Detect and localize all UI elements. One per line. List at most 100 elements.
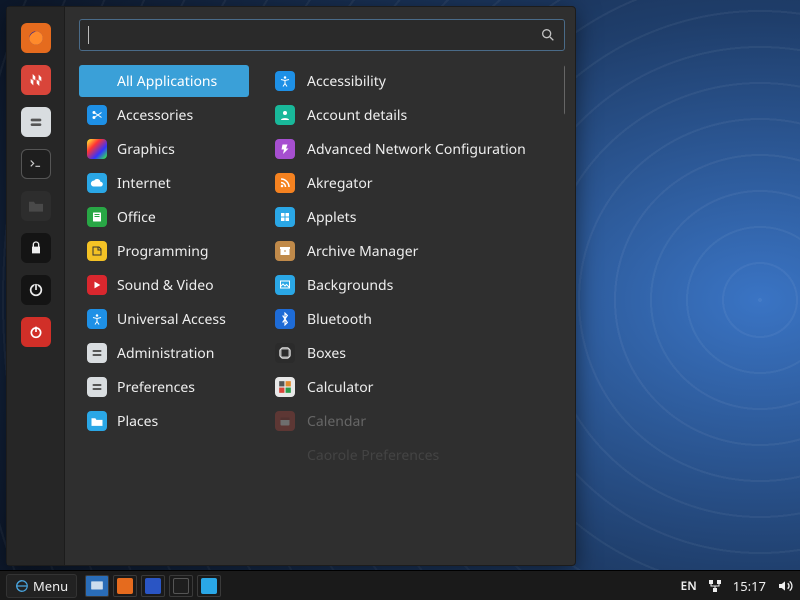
accessibility-icon xyxy=(275,71,295,91)
task-mail[interactable] xyxy=(141,575,165,597)
app-calendar[interactable]: Calendar xyxy=(267,405,565,437)
category-label: All Applications xyxy=(117,72,217,91)
backgrounds-icon xyxy=(275,275,295,295)
programming-icon xyxy=(87,241,107,261)
mail-icon xyxy=(145,578,161,594)
menu-button-label: Menu xyxy=(33,577,68,595)
category-label: Graphics xyxy=(117,140,175,159)
app-label: Archive Manager xyxy=(307,242,418,261)
fav-firefox[interactable] xyxy=(21,23,51,53)
category-graphics[interactable]: Graphics xyxy=(79,133,249,165)
category-programming[interactable]: Programming xyxy=(79,235,249,267)
application-menu: All Applications Accessories Graphics xyxy=(6,6,576,566)
category-label: Administration xyxy=(117,344,214,363)
app-boxes[interactable]: Boxes xyxy=(267,337,565,369)
office-icon xyxy=(87,207,107,227)
network-tray-icon[interactable] xyxy=(707,578,723,594)
app-label: Calendar xyxy=(307,412,366,431)
scrollbar-thumb[interactable] xyxy=(564,65,565,115)
category-internet[interactable]: Internet xyxy=(79,167,249,199)
category-label: Accessories xyxy=(117,106,193,125)
app-label: Accessibility xyxy=(307,72,386,91)
app-archive-manager[interactable]: Archive Manager xyxy=(267,235,565,267)
all-apps-icon xyxy=(87,71,107,91)
admin-icon xyxy=(87,343,107,363)
logout-icon xyxy=(28,282,44,298)
bluetooth-icon xyxy=(275,309,295,329)
firefox-icon xyxy=(27,29,45,47)
favorites-column xyxy=(7,7,65,565)
power-icon xyxy=(28,324,44,340)
category-label: Sound & Video xyxy=(117,276,214,295)
application-list: Accessibility Account details Advanced N… xyxy=(249,65,565,557)
app-backgrounds[interactable]: Backgrounds xyxy=(267,269,565,301)
category-office[interactable]: Office xyxy=(79,201,249,233)
search-icon xyxy=(540,27,556,43)
text-caret xyxy=(88,26,89,44)
task-files[interactable] xyxy=(197,575,221,597)
volume-tray-icon[interactable] xyxy=(776,578,794,594)
calculator-icon xyxy=(275,377,295,397)
menu-button[interactable]: Menu xyxy=(6,574,77,598)
task-firefox[interactable] xyxy=(113,575,137,597)
app-label: Account details xyxy=(307,106,407,125)
app-label: Calculator xyxy=(307,378,373,397)
search-field[interactable] xyxy=(97,27,532,43)
category-administration[interactable]: Administration xyxy=(79,337,249,369)
taskbar: Menu EN 15:17 xyxy=(0,570,800,600)
task-terminal[interactable] xyxy=(169,575,193,597)
category-label: Internet xyxy=(117,174,171,193)
archive-icon xyxy=(275,241,295,261)
category-preferences[interactable]: Preferences xyxy=(79,371,249,403)
category-places[interactable]: Places xyxy=(79,405,249,437)
cloud-icon xyxy=(87,173,107,193)
app-advanced-network[interactable]: Advanced Network Configuration xyxy=(267,133,565,165)
category-label: Office xyxy=(117,208,156,227)
category-accessories[interactable]: Accessories xyxy=(79,99,249,131)
fav-logout[interactable] xyxy=(21,275,51,305)
fav-transmission[interactable] xyxy=(21,65,51,95)
category-label: Preferences xyxy=(117,378,195,397)
app-bluetooth[interactable]: Bluetooth xyxy=(267,303,565,335)
menu-logo-icon xyxy=(15,579,29,593)
brightness-icon xyxy=(28,114,44,130)
category-label: Programming xyxy=(117,242,208,261)
category-universal-access[interactable]: Universal Access xyxy=(79,303,249,335)
category-all-applications[interactable]: All Applications xyxy=(79,65,249,97)
menu-main: All Applications Accessories Graphics xyxy=(65,7,575,565)
system-tray: EN 15:17 xyxy=(681,577,794,595)
rss-icon xyxy=(275,173,295,193)
category-sound-video[interactable]: Sound & Video xyxy=(79,269,249,301)
category-label: Places xyxy=(117,412,158,431)
applets-icon xyxy=(275,207,295,227)
account-icon xyxy=(275,105,295,125)
clock[interactable]: 15:17 xyxy=(733,577,766,595)
fav-files-dim[interactable] xyxy=(21,191,51,221)
app-label: Advanced Network Configuration xyxy=(307,140,526,159)
task-show-desktop[interactable] xyxy=(85,575,109,597)
graphics-icon xyxy=(87,139,107,159)
app-label: Applets xyxy=(307,208,356,227)
folder-icon xyxy=(27,199,45,213)
fav-shutdown[interactable] xyxy=(21,317,51,347)
fav-lock[interactable] xyxy=(21,233,51,263)
app-account-details[interactable]: Account details xyxy=(267,99,565,131)
app-overflow[interactable]: Caorole Preferences xyxy=(267,439,565,471)
app-label: Akregator xyxy=(307,174,373,193)
places-icon xyxy=(87,411,107,431)
blank-icon xyxy=(275,445,295,465)
firefox-icon xyxy=(117,578,133,594)
app-akregator[interactable]: Akregator xyxy=(267,167,565,199)
app-calculator[interactable]: Calculator xyxy=(267,371,565,403)
app-applets[interactable]: Applets xyxy=(267,201,565,233)
keyboard-language[interactable]: EN xyxy=(681,577,697,594)
category-list: All Applications Accessories Graphics xyxy=(79,65,249,557)
preferences-icon xyxy=(87,377,107,397)
search-input[interactable] xyxy=(79,19,565,51)
lock-icon xyxy=(28,240,44,256)
app-label: Backgrounds xyxy=(307,276,393,295)
files-icon xyxy=(201,578,217,594)
app-accessibility[interactable]: Accessibility xyxy=(267,65,565,97)
fav-terminal[interactable] xyxy=(21,149,51,179)
fav-brightness[interactable] xyxy=(21,107,51,137)
